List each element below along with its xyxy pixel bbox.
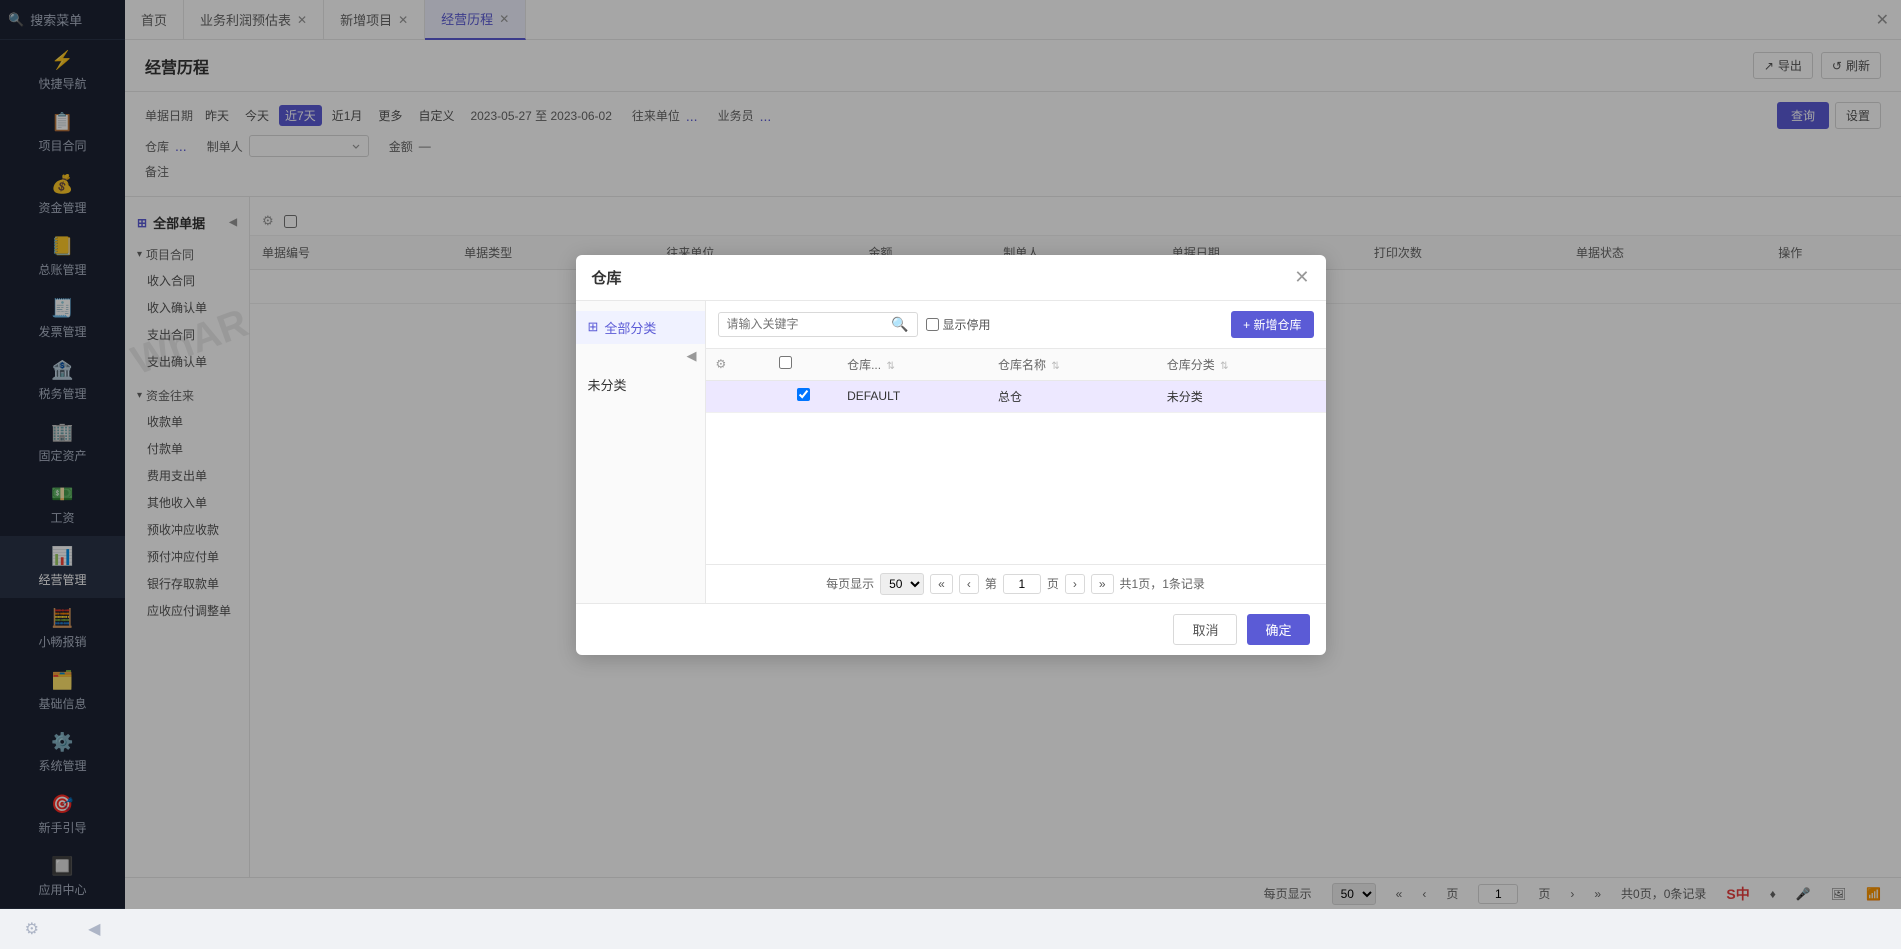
modal-toolbar: 🔍 显示停用 + 新增仓库 [706, 301, 1326, 349]
all-category-label: 全部分类 [604, 318, 656, 337]
modal-col-code: 仓库... ⇅ [837, 349, 988, 381]
row-name-cell: 总仓 [988, 380, 1157, 412]
uncategorized-label: 未分类 [588, 375, 627, 394]
warehouse-modal: 仓库 ✕ ⊞ 全部分类 ◀ 未分类 [576, 255, 1326, 655]
row-code-cell: DEFAULT [837, 380, 988, 412]
collapse-arrow-icon: ◀ [687, 348, 697, 364]
row-checkbox[interactable] [797, 388, 810, 401]
modal-total-label: 共1页，1条记录 [1120, 575, 1205, 592]
modal-page-label: 第 [985, 575, 997, 592]
modal-col-category: 仓库分类 ⇅ [1157, 349, 1326, 381]
modal-select-all[interactable] [779, 356, 792, 369]
modal-right-panel: 🔍 显示停用 + 新增仓库 ⚙ [706, 301, 1326, 603]
modal-search-icon: 🔍 [891, 316, 908, 333]
modal-category-all[interactable]: ⊞ 全部分类 [576, 311, 705, 344]
modal-col-checkbox [769, 349, 837, 381]
modal-first-page[interactable]: « [930, 574, 953, 594]
modal-search-input[interactable] [727, 317, 888, 331]
modal-last-page[interactable]: » [1091, 574, 1114, 594]
sidebar-collapse-icon[interactable]: ◀ [88, 919, 100, 939]
add-warehouse-button[interactable]: + 新增仓库 [1231, 311, 1313, 338]
modal-left-panel: ⊞ 全部分类 ◀ 未分类 [576, 301, 706, 603]
modal-body: ⊞ 全部分类 ◀ 未分类 🔍 [576, 301, 1326, 603]
confirm-button[interactable]: 确定 [1247, 614, 1309, 645]
modal-col-name: 仓库名称 ⇅ [988, 349, 1157, 381]
modal-table-area: ⚙ 仓库... ⇅ 仓库名称 [706, 349, 1326, 564]
modal-page-input[interactable] [1003, 574, 1041, 594]
table-row[interactable]: DEFAULT 总仓 未分类 [706, 380, 1326, 412]
modal-page-suffix: 页 [1047, 575, 1059, 592]
modal-close-button[interactable]: ✕ [1294, 267, 1309, 288]
modal-header: 仓库 ✕ [576, 255, 1326, 301]
all-category-icon: ⊞ [588, 319, 599, 335]
sidebar-bottom: ⚙ ◀ [0, 908, 125, 949]
sort-icon-3: ⇅ [1220, 361, 1228, 372]
row-category-cell: 未分类 [1157, 380, 1326, 412]
modal-per-page-select[interactable]: 50 [880, 573, 924, 595]
modal-title: 仓库 [592, 267, 622, 288]
modal-next-page[interactable]: › [1065, 574, 1085, 594]
modal-category-uncategorized[interactable]: 未分类 [576, 368, 705, 401]
show-disabled-label: 显示停用 [943, 316, 991, 333]
row-settings-cell [706, 380, 769, 412]
modal-data-table: ⚙ 仓库... ⇅ 仓库名称 [706, 349, 1326, 413]
modal-prev-page[interactable]: ‹ [959, 574, 979, 594]
cancel-button[interactable]: 取消 [1173, 614, 1237, 645]
modal-search-box[interactable]: 🔍 [718, 312, 918, 337]
row-checkbox-cell[interactable] [769, 380, 837, 412]
settings-gear-icon[interactable]: ⚙ [25, 919, 39, 939]
modal-settings-icon[interactable]: ⚙ [716, 357, 727, 371]
sort-icon: ⇅ [886, 361, 894, 372]
modal-col-settings: ⚙ [706, 349, 769, 381]
modal-pagination: 每页显示 50 « ‹ 第 页 › » 共1页，1条记录 [706, 564, 1326, 603]
show-disabled-checkbox-input[interactable] [926, 318, 939, 331]
modal-left-collapse[interactable]: ◀ [576, 344, 705, 368]
sort-icon-2: ⇅ [1051, 361, 1059, 372]
modal-per-page-label: 每页显示 [826, 575, 874, 592]
modal-footer: 取消 确定 [576, 603, 1326, 655]
show-disabled-checkbox[interactable]: 显示停用 [926, 316, 991, 333]
